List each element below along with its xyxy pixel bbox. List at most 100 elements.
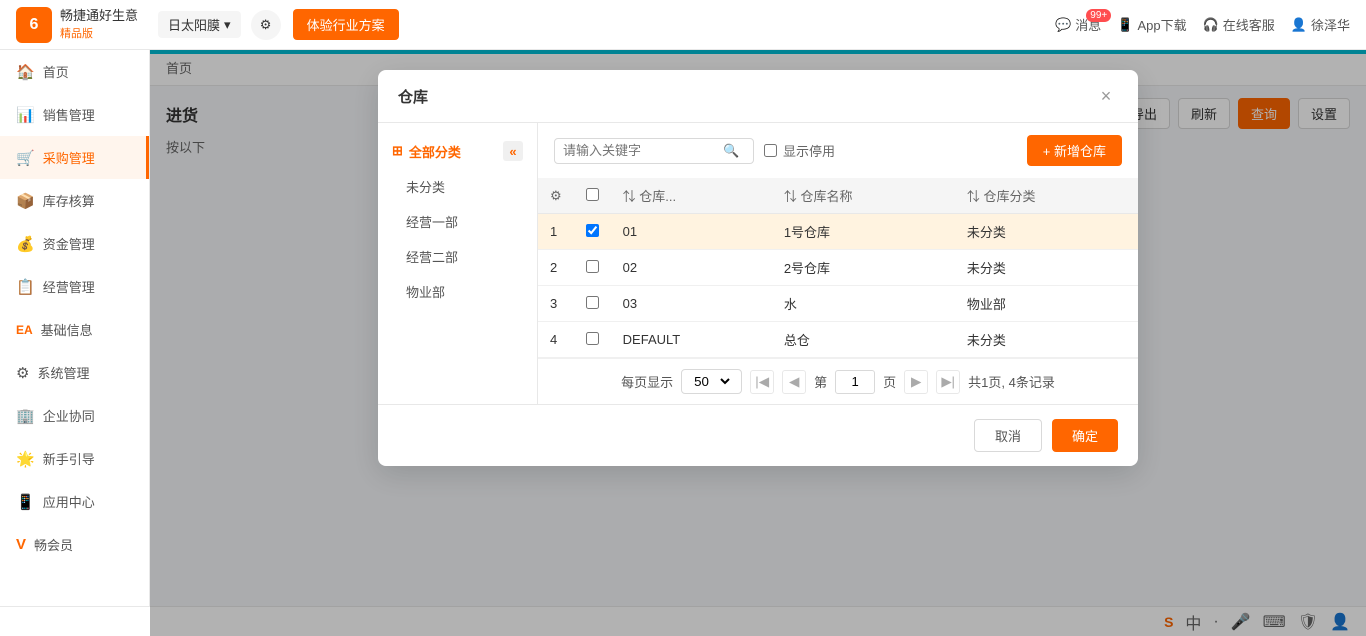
gear-icon: ⚙	[260, 17, 272, 33]
pagination: 每页显示 10 20 50 100 |◀ ◀	[538, 358, 1138, 404]
message-badge: 99+	[1086, 9, 1111, 22]
select-all-checkbox[interactable]	[586, 188, 599, 201]
chevron-down-icon: ▾	[224, 17, 231, 33]
modal-title: 仓库	[398, 86, 428, 107]
total-info: 共1页, 4条记录	[968, 372, 1055, 391]
basic-info-icon: EA	[16, 323, 33, 337]
sidebar-item-system[interactable]: ⚙ 系统管理	[0, 351, 149, 394]
sidebar-label-app-center: 应用中心	[43, 492, 95, 511]
store-selector[interactable]: 日太阳膜 ▾	[158, 11, 241, 38]
row-checkbox[interactable]	[586, 296, 599, 309]
home-icon: 🏠	[16, 63, 35, 81]
sidebar-item-guide[interactable]: 🌟 新手引导	[0, 437, 149, 480]
sidebar-label-home: 首页	[43, 62, 69, 81]
row-checkbox-cell	[574, 214, 611, 250]
row-index: 2	[538, 250, 574, 286]
sales-icon: 📊	[16, 106, 35, 124]
logo-area: 6 畅捷通好生意 精品版	[16, 7, 138, 43]
row-category: 未分类	[955, 250, 1138, 286]
per-page-select-wrap: 10 20 50 100	[681, 369, 742, 394]
prev-page-button[interactable]: ◀	[782, 370, 806, 394]
user-avatar-icon: 👤	[1291, 17, 1307, 33]
sidebar-item-finance[interactable]: 💰 资金管理	[0, 222, 149, 265]
add-warehouse-button[interactable]: + 新增仓库	[1027, 135, 1122, 166]
table-area: 🔍 显示停用 + 新增仓库	[538, 123, 1138, 404]
app-center-icon: 📱	[16, 493, 35, 511]
sidebar-item-enterprise[interactable]: 🏢 企业协同	[0, 394, 149, 437]
gear-button[interactable]: ⚙	[251, 10, 281, 40]
confirm-button[interactable]: 确定	[1052, 419, 1118, 452]
trial-button[interactable]: 体验行业方案	[293, 9, 399, 40]
modal-close-button[interactable]: ×	[1094, 84, 1118, 108]
sidebar-item-operations[interactable]: 📋 经营管理	[0, 265, 149, 308]
th-code: ⇅ 仓库...	[611, 178, 772, 214]
row-category: 物业部	[955, 286, 1138, 322]
sidebar-label-purchase: 采购管理	[43, 148, 95, 167]
sidebar-item-purchase[interactable]: 🛒 采购管理	[0, 136, 149, 179]
sidebar-label-guide: 新手引导	[43, 449, 95, 468]
sidebar-item-home[interactable]: 🏠 首页	[0, 50, 149, 93]
inventory-icon: 📦	[16, 192, 35, 210]
category-item-unclassified[interactable]: 未分类	[378, 169, 537, 204]
row-checkbox[interactable]	[586, 332, 599, 345]
table-row[interactable]: 3 03 水 物业部	[538, 286, 1138, 322]
enterprise-icon: 🏢	[16, 407, 35, 425]
online-service-button[interactable]: 🎧 在线客服	[1203, 15, 1275, 34]
category-item-dept1[interactable]: 经营一部	[378, 204, 537, 239]
row-name: 总仓	[772, 322, 955, 358]
purchase-icon: 🛒	[16, 149, 35, 167]
first-page-button[interactable]: |◀	[750, 370, 774, 394]
th-checkbox	[574, 178, 611, 214]
collapse-button[interactable]: «	[503, 141, 523, 161]
row-name: 2号仓库	[772, 250, 955, 286]
per-page-select[interactable]: 10 20 50 100	[690, 373, 733, 390]
sidebar-item-sales[interactable]: 📊 销售管理	[0, 93, 149, 136]
cancel-button[interactable]: 取消	[974, 419, 1042, 452]
logo-text: 畅捷通好生意 精品版	[60, 8, 138, 41]
page-number-input[interactable]	[835, 370, 875, 394]
sidebar-label-inventory: 库存核算	[43, 191, 95, 210]
show-disabled-checkbox[interactable]	[764, 144, 777, 157]
logo-icon: 6	[16, 7, 52, 43]
sidebar-item-inventory[interactable]: 📦 库存核算	[0, 179, 149, 222]
row-category: 未分类	[955, 322, 1138, 358]
sidebar-item-app-center[interactable]: 📱 应用中心	[0, 480, 149, 523]
user-menu-button[interactable]: 👤 徐泽华	[1291, 15, 1350, 34]
all-categories-button[interactable]: ⊞ 全部分类 «	[378, 133, 537, 169]
grid-icon: ⊞	[392, 143, 403, 159]
row-checkbox[interactable]	[586, 224, 599, 237]
last-page-button[interactable]: ▶|	[936, 370, 960, 394]
sidebar-label-vip: 畅会员	[34, 535, 73, 554]
sidebar-label-sales: 销售管理	[43, 105, 95, 124]
row-checkbox-cell	[574, 286, 611, 322]
category-item-property[interactable]: 物业部	[378, 274, 537, 309]
search-input[interactable]	[563, 143, 723, 158]
row-category: 未分类	[955, 214, 1138, 250]
next-page-button[interactable]: ▶	[904, 370, 928, 394]
sidebar-label-system: 系统管理	[37, 363, 89, 382]
search-icon[interactable]: 🔍	[723, 143, 739, 159]
system-icon: ⚙	[16, 364, 29, 382]
sidebar-item-basic-info[interactable]: EA 基础信息	[0, 308, 149, 351]
top-header: 6 畅捷通好生意 精品版 日太阳膜 ▾ ⚙ 体验行业方案 💬 消息 99+ 📱 …	[0, 0, 1366, 50]
sidebar-label-operations: 经营管理	[43, 277, 95, 296]
th-name: ⇅ 仓库名称	[772, 178, 955, 214]
th-gear: ⚙	[538, 178, 574, 214]
category-item-dept2[interactable]: 经营二部	[378, 239, 537, 274]
headset-icon: 🎧	[1203, 17, 1219, 33]
operations-icon: 📋	[16, 278, 35, 296]
row-code: 02	[611, 250, 772, 286]
app-label: App下载	[1137, 15, 1186, 34]
phone-icon: 📱	[1117, 17, 1133, 33]
store-name: 日太阳膜	[168, 15, 220, 34]
table-row[interactable]: 1 01 1号仓库 未分类	[538, 214, 1138, 250]
service-label: 在线客服	[1223, 15, 1275, 34]
sidebar-item-vip[interactable]: V 畅会员	[0, 523, 149, 566]
app-download-button[interactable]: 📱 App下载	[1117, 15, 1186, 34]
modal-body: ⊞ 全部分类 « 未分类 经营一部 经营二部 物业部	[378, 123, 1138, 404]
table-row[interactable]: 2 02 2号仓库 未分类	[538, 250, 1138, 286]
table-row[interactable]: 4 DEFAULT 总仓 未分类	[538, 322, 1138, 358]
row-checkbox[interactable]	[586, 260, 599, 273]
user-name: 徐泽华	[1311, 15, 1350, 34]
message-button[interactable]: 💬 消息 99+	[1055, 15, 1101, 34]
